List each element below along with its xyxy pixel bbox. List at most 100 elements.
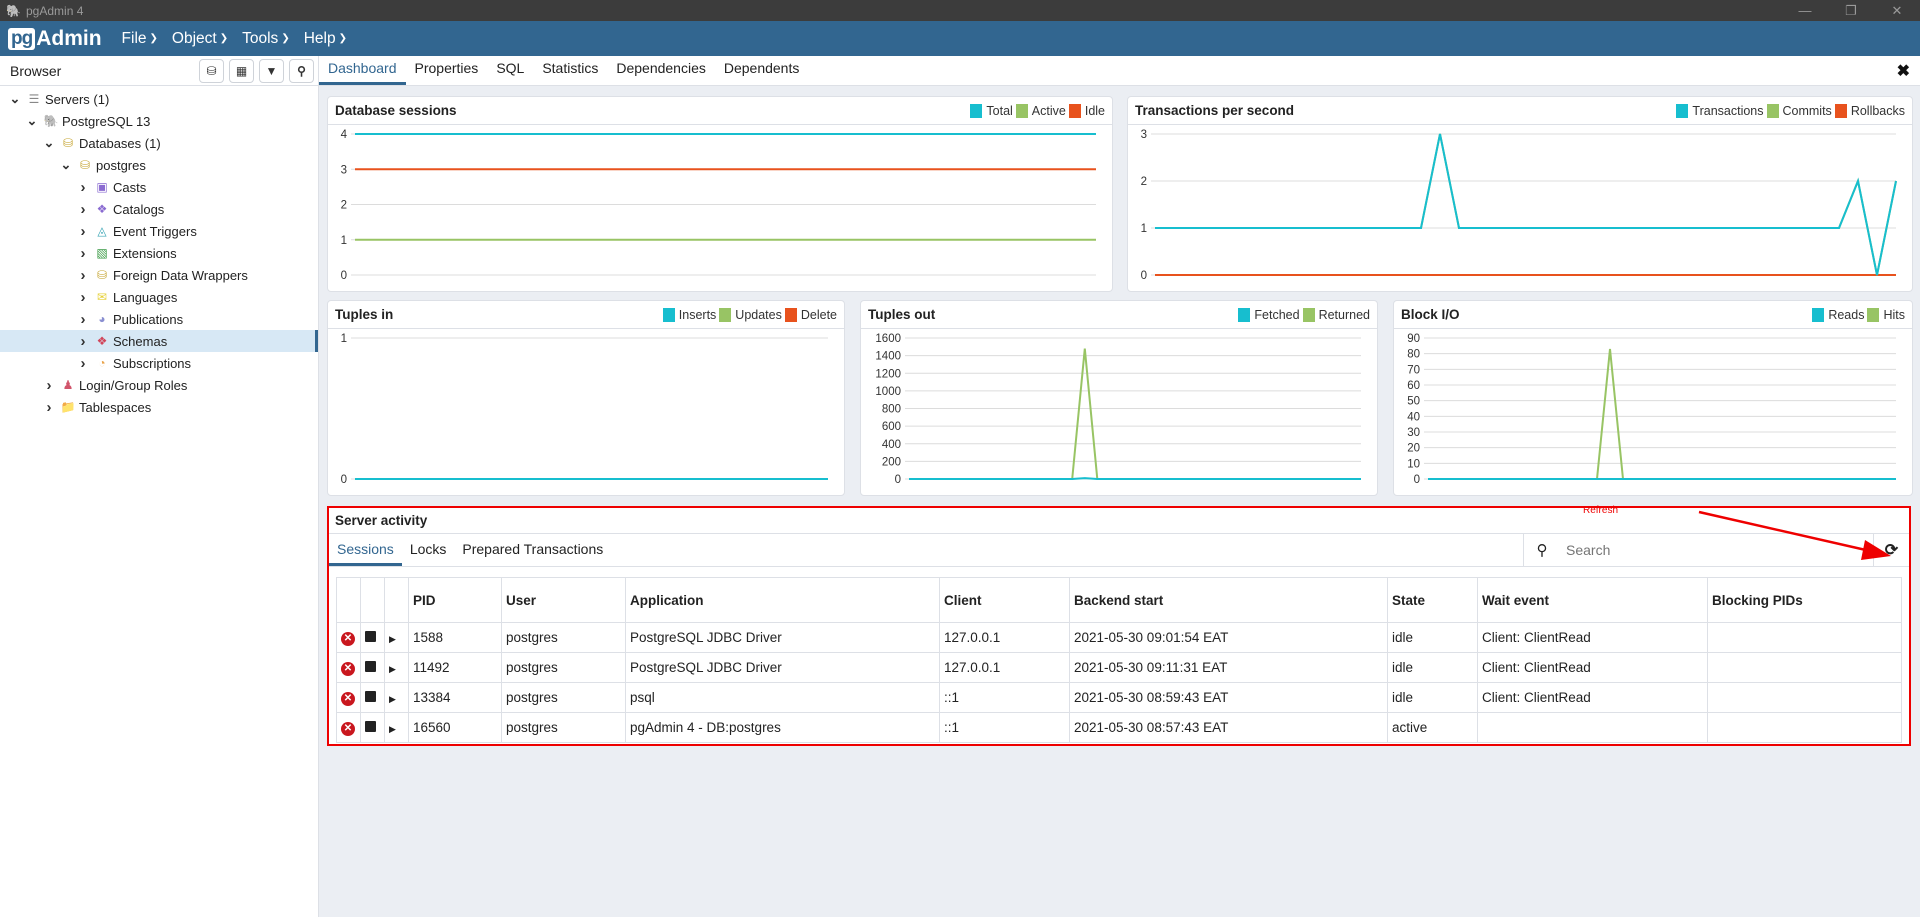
col-user[interactable]: User — [501, 577, 626, 623]
tab-sql[interactable]: SQL — [487, 55, 533, 85]
cancel-query-icon[interactable]: ✕ — [341, 662, 355, 676]
tree-node-label: Servers (1) — [45, 91, 110, 107]
chevron-right-icon[interactable]: › — [76, 179, 90, 196]
tab-sessions[interactable]: Sessions — [329, 534, 402, 566]
tree-node-label: Subscriptions — [113, 355, 192, 371]
chart-legend: Fetched Returned — [1235, 307, 1370, 322]
chevron-down-icon[interactable]: ⌄ — [59, 157, 73, 173]
legend-label: Idle — [1084, 103, 1105, 118]
cell-state: idle — [1387, 682, 1478, 713]
caret-right-icon[interactable]: ▶ — [389, 664, 396, 674]
col-client[interactable]: Client — [939, 577, 1070, 623]
tree-node-publications[interactable]: › ◕ Publications — [0, 308, 318, 330]
legend-swatch — [1676, 103, 1689, 118]
caret-right-icon[interactable]: ▶ — [389, 724, 396, 734]
y-tick-label: 2 — [341, 200, 347, 212]
tree-node-postgresql-13[interactable]: ⌄ 🐘 PostgreSQL 13 — [0, 110, 318, 132]
y-tick-label: 0 — [341, 270, 347, 282]
cell-wait-event: Client: ClientRead — [1477, 682, 1708, 713]
caret-right-icon[interactable]: ▶ — [389, 634, 396, 644]
col-application[interactable]: Application — [625, 577, 940, 623]
col-wait-event[interactable]: Wait event — [1477, 577, 1708, 623]
tree-node-languages[interactable]: › ✉ Languages — [0, 286, 318, 308]
chevron-down-icon[interactable]: ⌄ — [8, 91, 22, 107]
tree-node-catalogs[interactable]: › ❖ Catalogs — [0, 198, 318, 220]
restore-icon[interactable]: ❐ — [1828, 0, 1874, 21]
servers-icon: ☰ — [28, 92, 40, 106]
chevron-down-icon[interactable]: ⌄ — [25, 113, 39, 129]
menu-help[interactable]: Help ❯ — [304, 30, 347, 48]
chevron-right-icon[interactable]: › — [76, 355, 90, 372]
y-tick-label: 3 — [341, 164, 347, 176]
close-panel-icon[interactable]: ✖ — [1897, 61, 1910, 81]
table-row[interactable]: ✕ ▶ 1588 postgres PostgreSQL JDBC Driver 127.… — [336, 622, 1902, 653]
menu-object[interactable]: Object ❯ — [172, 30, 228, 48]
col-state[interactable]: State — [1387, 577, 1478, 623]
chevron-right-icon[interactable]: › — [76, 311, 90, 328]
tree-node-databases-1[interactable]: ⌄ ⛁ Databases (1) — [0, 132, 318, 154]
tree-node-login-group-roles[interactable]: › ♟ Login/Group Roles — [0, 374, 318, 396]
col-pid[interactable]: PID — [408, 577, 502, 623]
tree-node-tablespaces[interactable]: › 📁 Tablespaces — [0, 396, 318, 418]
tree-node-servers-1[interactable]: ⌄ ☰ Servers (1) — [0, 88, 318, 110]
tree-node-subscriptions[interactable]: › ◔ Subscriptions — [0, 352, 318, 374]
tree-node-event-triggers[interactable]: › ◬ Event Triggers — [0, 220, 318, 242]
tree-node-schemas[interactable]: › ❖ Schemas — [0, 330, 318, 352]
y-tick-label: 0 — [341, 474, 347, 486]
menu-file[interactable]: File ❯ — [122, 30, 158, 48]
terminate-session-icon[interactable] — [365, 631, 376, 642]
table-row[interactable]: ✕ ▶ 13384 postgres psql::1 2021-05-30 08:59:4… — [336, 682, 1902, 713]
tree-node-extensions[interactable]: › ▧ Extensions — [0, 242, 318, 264]
caret-right-icon[interactable]: ▶ — [389, 694, 396, 704]
tree-node-foreign-data-wrappers[interactable]: › ⛁ Foreign Data Wrappers — [0, 264, 318, 286]
tree-node-postgres[interactable]: ⌄ ⛁ postgres — [0, 154, 318, 176]
chevron-right-icon[interactable]: › — [42, 399, 56, 416]
view-data-icon: ▦ — [235, 63, 248, 78]
tab-properties[interactable]: Properties — [406, 55, 488, 85]
tab-dashboard[interactable]: Dashboard — [319, 55, 406, 85]
cancel-query-icon[interactable]: ✕ — [341, 632, 355, 646]
tab-locks[interactable]: Locks — [402, 534, 455, 566]
menu-help-label: Help — [303, 29, 336, 47]
cancel-query-icon[interactable]: ✕ — [341, 692, 355, 706]
query-tool-button[interactable]: ⛁ — [199, 58, 224, 83]
terminate-session-icon[interactable] — [365, 691, 376, 702]
chevron-right-icon[interactable]: › — [76, 223, 90, 240]
table-row[interactable]: ✕ ▶ 16560 postgres pgAdmin 4 - DB:postgres::… — [336, 712, 1902, 743]
terminate-session-icon[interactable] — [365, 661, 376, 672]
table-row[interactable]: ✕ ▶ 11492 postgres PostgreSQL JDBC Driver 127… — [336, 652, 1902, 683]
search-objects-button[interactable]: ⚲ — [289, 58, 314, 83]
tab-dependents[interactable]: Dependents — [715, 55, 809, 85]
browser-panel: Browser ⛁ ▦ ▼ ⚲ ⌄ ☰ Servers (1) ⌄ 🐘 PostgreSQ… — [0, 56, 319, 917]
cancel-query-icon[interactable]: ✕ — [341, 722, 355, 736]
chevron-right-icon[interactable]: › — [76, 267, 90, 284]
filtered-rows-button[interactable]: ▼ — [259, 58, 284, 83]
terminate-session-icon[interactable] — [365, 721, 376, 732]
tab-dependencies[interactable]: Dependencies — [607, 55, 715, 85]
chevron-right-icon[interactable]: › — [76, 245, 90, 262]
cell-user: postgres — [501, 712, 626, 743]
filtered-rows-icon: ▼ — [265, 63, 278, 78]
y-tick-label: 60 — [1407, 380, 1420, 392]
chevron-right-icon[interactable]: › — [76, 333, 90, 350]
y-tick-label: 80 — [1407, 349, 1420, 361]
minimize-icon[interactable]: — — [1782, 0, 1828, 21]
close-window-icon[interactable]: ✕ — [1874, 0, 1920, 21]
chevron-right-icon[interactable]: › — [76, 201, 90, 218]
y-tick-label: 4 — [341, 129, 348, 141]
menu-tools[interactable]: Tools ❯ — [242, 30, 290, 48]
y-tick-label: 1600 — [875, 333, 901, 345]
chevron-right-icon[interactable]: › — [76, 289, 90, 306]
tab-prepared-transactions[interactable]: Prepared Transactions — [454, 534, 611, 566]
chart-header: Database sessions Total Active Idle — [328, 97, 1112, 125]
chevron-down-icon[interactable]: ⌄ — [42, 135, 56, 151]
tree-node-casts[interactable]: › ▣ Casts — [0, 176, 318, 198]
y-tick-label: 600 — [882, 421, 901, 433]
cell-application: PostgreSQL JDBC Driver — [625, 622, 940, 653]
y-tick-label: 10 — [1407, 458, 1420, 470]
chart-legend: Reads Hits — [1809, 307, 1905, 322]
tab-statistics[interactable]: Statistics — [533, 55, 607, 85]
col-backend-start[interactable]: Backend start — [1069, 577, 1388, 623]
view-data-button[interactable]: ▦ — [229, 58, 254, 83]
chevron-right-icon[interactable]: › — [42, 377, 56, 394]
